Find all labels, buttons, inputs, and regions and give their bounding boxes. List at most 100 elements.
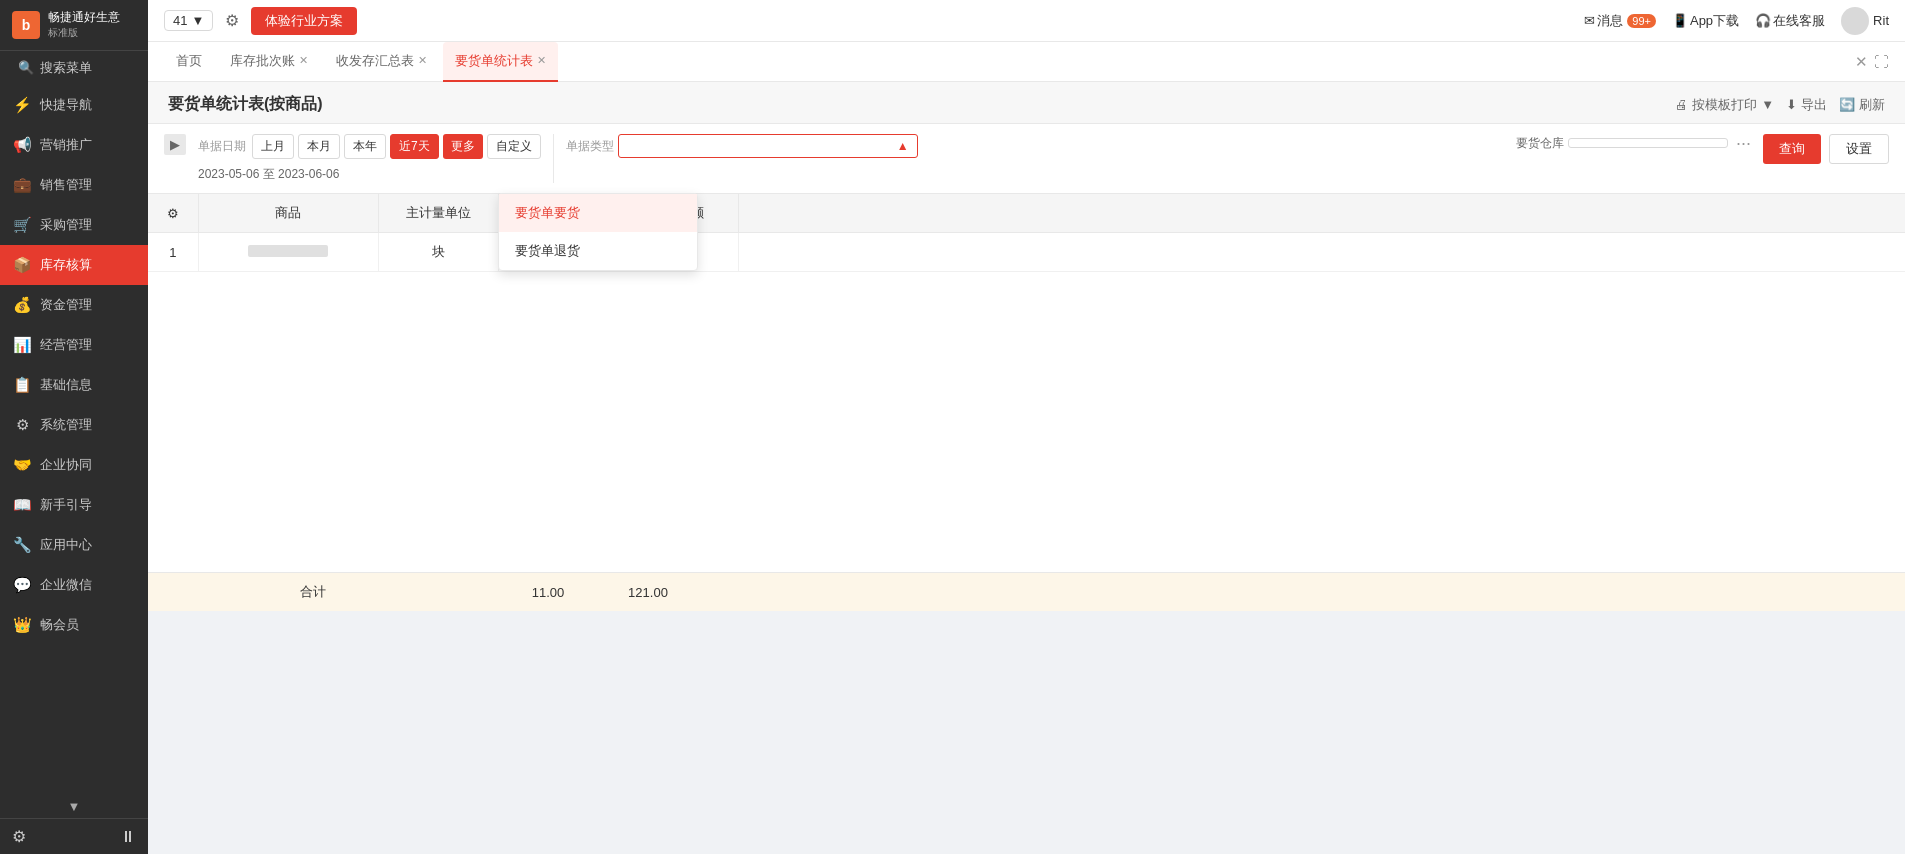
inventory-icon: 📦 — [12, 255, 32, 275]
export-action[interactable]: ⬇ 导出 — [1786, 96, 1827, 114]
page-header: 要货单统计表(按商品) 🖨 按模板打印 ▼ ⬇ 导出 🔄 刷新 — [148, 82, 1905, 124]
footer-values: 11.00 121.00 — [338, 585, 698, 600]
tab-order-stats-close[interactable]: ✕ — [537, 54, 546, 67]
app-download-area[interactable]: 📱 App下载 — [1672, 12, 1739, 30]
sidebar-toggle-icon[interactable]: ⏸ — [120, 828, 136, 846]
dropdown-item-order[interactable]: 要货单要货 — [499, 194, 697, 232]
system-icon: ⚙ — [12, 415, 32, 435]
sidebar: b 畅捷通好生意 标准版 🔍 搜索菜单 ⚡ 快捷导航 📢 营销推广 💼 销售管理… — [0, 0, 148, 854]
footer-label: 合计 — [160, 583, 338, 601]
table-body: 1 块 11.00 121.00 — [148, 233, 1905, 272]
member-label: 畅会员 — [40, 616, 79, 634]
sidebar-item-inventory[interactable]: 📦 库存核算 — [0, 245, 148, 285]
topbar-gear-icon[interactable]: ⚙ — [225, 11, 239, 30]
footer-qty: 11.00 — [498, 585, 598, 600]
settings-gear-icon[interactable]: ⚙ — [12, 827, 26, 846]
tab-order-stats-label: 要货单统计表 — [455, 52, 533, 70]
service-area[interactable]: 🎧 在线客服 — [1755, 12, 1825, 30]
sidebar-item-collab[interactable]: 🤝 企业协同 — [0, 445, 148, 485]
refresh-action[interactable]: 🔄 刷新 — [1839, 96, 1885, 114]
filter-bar: ▶ 单据日期 上月 本月 本年 近7天 更多 自定义 2023-05-06 至 … — [148, 124, 1905, 194]
sidebar-scroll-down[interactable]: ▼ — [0, 795, 148, 818]
company-selector[interactable]: 41 ▼ — [164, 10, 213, 31]
tab-home[interactable]: 首页 — [164, 42, 214, 82]
tab-inventory-batch-close[interactable]: ✕ — [299, 54, 308, 67]
app-download-label: App下载 — [1690, 12, 1739, 30]
warehouse-filter: 要货仓库 ··· — [1516, 134, 1751, 152]
cell-num: 1 — [148, 233, 198, 272]
sidebar-item-guide[interactable]: 📖 新手引导 — [0, 485, 148, 525]
type-filter-input: 单据类型 ▲ — [566, 134, 1504, 158]
tab-order-stats[interactable]: 要货单统计表 ✕ — [443, 42, 558, 82]
sidebar-item-marketing[interactable]: 📢 营销推广 — [0, 125, 148, 165]
settings-button[interactable]: 设置 — [1829, 134, 1889, 164]
table-footer: 合计 11.00 121.00 — [148, 572, 1905, 611]
dropdown-item-return[interactable]: 要货单退货 — [499, 232, 697, 270]
purchase-icon: 🛒 — [12, 215, 32, 235]
date-btn-this-month[interactable]: 本月 — [298, 134, 340, 159]
trial-button[interactable]: 体验行业方案 — [251, 7, 357, 35]
sidebar-item-apps[interactable]: 🔧 应用中心 — [0, 525, 148, 565]
page-header-actions: 🖨 按模板打印 ▼ ⬇ 导出 🔄 刷新 — [1675, 96, 1885, 114]
sidebar-item-finance[interactable]: 💰 资金管理 — [0, 285, 148, 325]
topbar: 41 ▼ ⚙ 体验行业方案 ✉ 消息 99+ 📱 App下载 🎧 在线客服 R — [148, 0, 1905, 42]
tab-close-all-icon[interactable]: ✕ — [1855, 53, 1868, 71]
topbar-right: ✉ 消息 99+ 📱 App下载 🎧 在线客服 Rit — [1584, 7, 1889, 35]
collab-icon: 🤝 — [12, 455, 32, 475]
table-header-row: ⚙ 商品 主计量单位 主数量 零售金额 — [148, 194, 1905, 233]
chevron-down-icon: ▼ — [191, 13, 204, 28]
messages-label: 消息 — [1597, 12, 1623, 30]
col-settings-icon: ⚙ — [167, 206, 179, 221]
cell-product — [198, 233, 378, 272]
user-area[interactable]: Rit — [1841, 7, 1889, 35]
topbar-left: 41 ▼ ⚙ 体验行业方案 — [164, 7, 357, 35]
search-icon: 🔍 — [18, 60, 34, 75]
type-select-box[interactable]: ▲ — [618, 134, 918, 158]
date-btn-custom[interactable]: 自定义 — [487, 134, 541, 159]
refresh-label: 刷新 — [1859, 96, 1885, 114]
type-filter-group: 单据类型 ▲ — [566, 134, 1504, 158]
query-button[interactable]: 查询 — [1763, 134, 1821, 164]
filter-actions: 查询 设置 — [1763, 134, 1889, 164]
phone-icon: 📱 — [1672, 13, 1688, 28]
date-filter-group: 单据日期 上月 本月 本年 近7天 更多 自定义 2023-05-06 至 20… — [198, 134, 541, 183]
messages-badge: 99+ — [1627, 14, 1656, 28]
print-action[interactable]: 🖨 按模板打印 ▼ — [1675, 96, 1774, 114]
date-btn-this-year[interactable]: 本年 — [344, 134, 386, 159]
wechat-icon: 💬 — [12, 575, 32, 595]
tab-receive-send[interactable]: 收发存汇总表 ✕ — [324, 42, 439, 82]
date-btn-last-month[interactable]: 上月 — [252, 134, 294, 159]
sidebar-item-member[interactable]: 👑 畅会员 — [0, 605, 148, 645]
cell-unit: 块 — [378, 233, 498, 272]
export-label: 导出 — [1801, 96, 1827, 114]
col-settings[interactable]: ⚙ — [148, 194, 198, 233]
sidebar-item-purchase[interactable]: 🛒 采购管理 — [0, 205, 148, 245]
empty-space — [148, 272, 1905, 572]
filter-expand-button[interactable]: ▶ — [164, 134, 186, 155]
sidebar-item-sales[interactable]: 💼 销售管理 — [0, 165, 148, 205]
app-name: 畅捷通好生意 — [48, 10, 120, 26]
sidebar-search[interactable]: 🔍 搜索菜单 — [0, 51, 148, 85]
sidebar-item-management[interactable]: 📊 经营管理 — [0, 325, 148, 365]
tab-inventory-batch[interactable]: 库存批次账 ✕ — [218, 42, 320, 82]
date-btn-7days[interactable]: 近7天 — [390, 134, 439, 159]
finance-label: 资金管理 — [40, 296, 92, 314]
print-chevron-icon: ▼ — [1761, 97, 1774, 112]
sidebar-item-system[interactable]: ⚙ 系统管理 — [0, 405, 148, 445]
quicknav-icon: ⚡ — [12, 95, 32, 115]
messages-area[interactable]: ✉ 消息 99+ — [1584, 12, 1656, 30]
warehouse-more-icon[interactable]: ··· — [1736, 134, 1751, 152]
sidebar-item-quicknav[interactable]: ⚡ 快捷导航 — [0, 85, 148, 125]
main-area: 41 ▼ ⚙ 体验行业方案 ✉ 消息 99+ 📱 App下载 🎧 在线客服 R — [148, 0, 1905, 854]
basics-icon: 📋 — [12, 375, 32, 395]
content-area: 要货单统计表(按商品) 🖨 按模板打印 ▼ ⬇ 导出 🔄 刷新 ▶ — [148, 82, 1905, 854]
user-name: Rit — [1873, 13, 1889, 28]
table-row: 1 块 11.00 121.00 — [148, 233, 1905, 272]
tab-receive-send-close[interactable]: ✕ — [418, 54, 427, 67]
sidebar-item-basics[interactable]: 📋 基础信息 — [0, 365, 148, 405]
date-btn-more[interactable]: 更多 — [443, 134, 483, 159]
sidebar-item-wechat[interactable]: 💬 企业微信 — [0, 565, 148, 605]
warehouse-input[interactable] — [1568, 138, 1728, 148]
tab-end-buttons: ✕ ⛶ — [1855, 53, 1889, 71]
tab-expand-icon[interactable]: ⛶ — [1874, 53, 1889, 71]
